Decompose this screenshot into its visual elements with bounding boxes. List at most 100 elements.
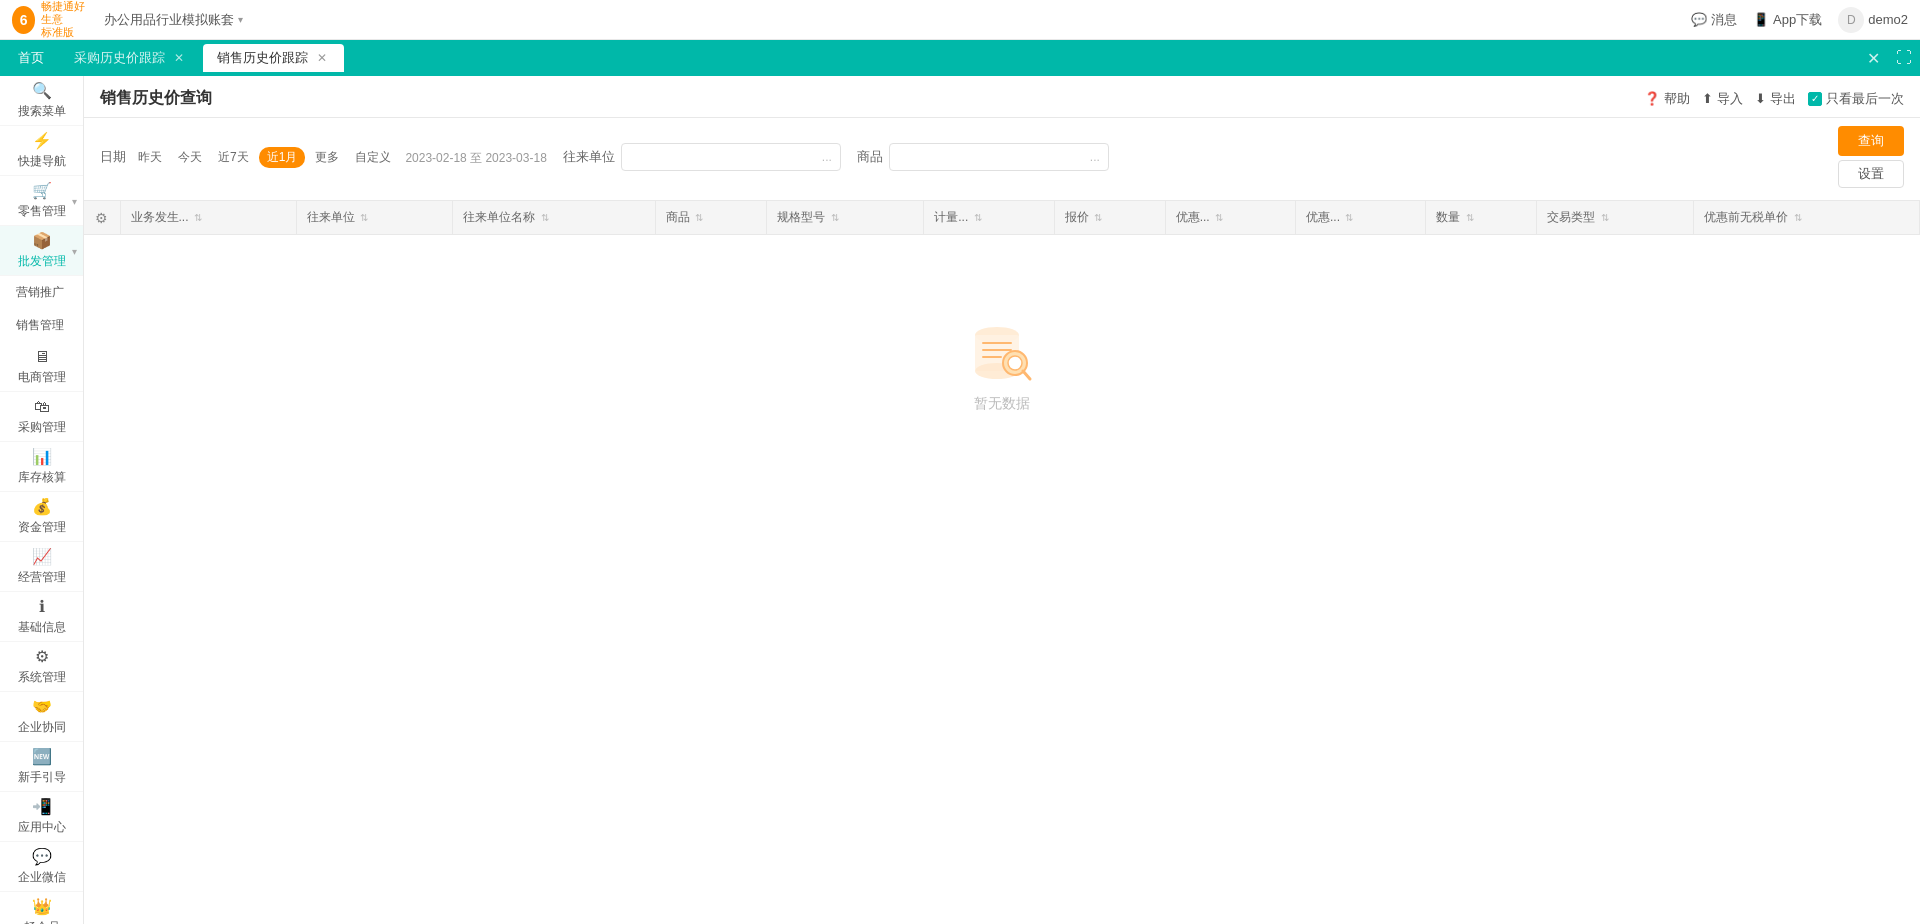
table-th-spec[interactable]: 规格型号 ⇅ bbox=[767, 201, 924, 235]
wholesale-icon: 📦 bbox=[32, 231, 52, 250]
table-th-biz-date[interactable]: 业务发生... ⇅ bbox=[120, 201, 296, 235]
sidebar-item-app-center[interactable]: 📲 应用中心 bbox=[0, 792, 83, 842]
sidebar-subitem-sales-mgmt[interactable]: 销售管理 bbox=[0, 309, 83, 342]
sidebar-item-system-label: 系统管理 bbox=[18, 669, 66, 686]
sort-icon-product: ⇅ bbox=[695, 212, 703, 223]
sidebar-item-basic-info[interactable]: ℹ 基础信息 bbox=[0, 592, 83, 642]
sidebar-item-operation-label: 经营管理 bbox=[18, 569, 66, 586]
table-th-discount1[interactable]: 优惠... ⇅ bbox=[1165, 201, 1295, 235]
table-th-quantity[interactable]: 数量 ⇅ bbox=[1426, 201, 1537, 235]
sidebar-item-wechat-label: 企业微信 bbox=[18, 869, 66, 886]
sidebar-item-inventory[interactable]: 📊 库存核算 bbox=[0, 442, 83, 492]
table-th-counterpart[interactable]: 往来单位 ⇅ bbox=[296, 201, 453, 235]
table-th-trade-type-label: 交易类型 bbox=[1547, 210, 1595, 224]
table-th-counterpart-label: 往来单位 bbox=[307, 210, 355, 224]
query-button[interactable]: 查询 bbox=[1838, 126, 1904, 156]
empty-state-row: 暂无数据 bbox=[84, 235, 1920, 494]
date-btn-last7[interactable]: 近7天 bbox=[212, 147, 255, 168]
app-selector[interactable]: 办公用品行业模拟账套 ▾ bbox=[104, 11, 243, 29]
content-area: 销售历史价查询 ❓ 帮助 ⬆ 导入 ⬇ 导出 bbox=[84, 76, 1920, 924]
avatar-text: D bbox=[1847, 13, 1856, 27]
sidebar-item-wechat[interactable]: 💬 企业微信 bbox=[0, 842, 83, 892]
sidebar-item-purchase[interactable]: 🛍 采购管理 bbox=[0, 392, 83, 442]
page-title-actions: ❓ 帮助 ⬆ 导入 ⬇ 导出 只看最后一次 bbox=[1644, 90, 1904, 108]
tab-home[interactable]: 首页 bbox=[4, 44, 58, 72]
table-th-trade-type[interactable]: 交易类型 ⇅ bbox=[1537, 201, 1694, 235]
export-action[interactable]: ⬇ 导出 bbox=[1755, 90, 1796, 108]
guide-icon: 🆕 bbox=[32, 747, 52, 766]
empty-state-text: 暂无数据 bbox=[974, 395, 1030, 413]
sort-icon-discount2: ⇅ bbox=[1345, 212, 1353, 223]
message-action[interactable]: 💬 消息 bbox=[1691, 11, 1737, 29]
sidebar-item-guide[interactable]: 🆕 新手引导 bbox=[0, 742, 83, 792]
table-th-quote-label: 报价 bbox=[1065, 210, 1089, 224]
help-action[interactable]: ❓ 帮助 bbox=[1644, 90, 1690, 108]
sort-icon-biz-date: ⇅ bbox=[194, 212, 202, 223]
sidebar-item-wholesale[interactable]: 📦 批发管理 bbox=[0, 226, 83, 276]
page-title: 销售历史价查询 bbox=[100, 88, 212, 109]
table-th-settings[interactable]: ⚙ bbox=[84, 201, 120, 235]
table-th-no-tax-price[interactable]: 优惠前无税单价 ⇅ bbox=[1694, 201, 1920, 235]
sidebar-subitem-marketing[interactable]: 营销推广 bbox=[0, 276, 83, 309]
user-profile[interactable]: D demo2 bbox=[1838, 7, 1908, 33]
import-action[interactable]: ⬆ 导入 bbox=[1702, 90, 1743, 108]
top-header: 6 畅捷通好生意 标准版 办公用品行业模拟账套 ▾ 💬 消息 📱 App下载 D… bbox=[0, 0, 1920, 40]
logo-icon: 6 bbox=[12, 6, 35, 34]
sidebar-item-inventory-label: 库存核算 bbox=[18, 469, 66, 486]
tab-sales-history-close[interactable]: ✕ bbox=[314, 50, 330, 66]
table-th-discount2-label: 优惠... bbox=[1306, 210, 1340, 224]
page-title-row: 销售历史价查询 ❓ 帮助 ⬆ 导入 ⬇ 导出 bbox=[100, 88, 1904, 109]
header-left: 6 畅捷通好生意 标准版 办公用品行业模拟账套 ▾ bbox=[12, 0, 243, 39]
sidebar-item-search[interactable]: 🔍 搜索菜单 bbox=[0, 76, 83, 126]
close-all-tabs-button[interactable]: ✕ bbox=[1863, 45, 1884, 72]
expand-tabs-button[interactable]: ⛶ bbox=[1892, 45, 1916, 71]
sidebar-item-ecommerce[interactable]: 🖥 电商管理 bbox=[0, 342, 83, 392]
sidebar-item-system[interactable]: ⚙ 系统管理 bbox=[0, 642, 83, 692]
table-th-quote[interactable]: 报价 ⇅ bbox=[1054, 201, 1165, 235]
setting-button[interactable]: 设置 bbox=[1838, 160, 1904, 188]
main-layout: 🔍 搜索菜单 ⚡ 快捷导航 🛒 零售管理 📦 批发管理 营销推广 销售管理 🖥 … bbox=[0, 76, 1920, 924]
sidebar-item-guide-label: 新手引导 bbox=[18, 769, 66, 786]
table-th-counterpart-name-label: 往来单位名称 bbox=[463, 210, 535, 224]
sidebar-item-member-label: 畅会员 bbox=[24, 919, 60, 924]
tab-purchase-history-close[interactable]: ✕ bbox=[171, 50, 187, 66]
table-th-unit[interactable]: 计量... ⇅ bbox=[924, 201, 1054, 235]
table-th-counterpart-name[interactable]: 往来单位名称 ⇅ bbox=[453, 201, 656, 235]
table-th-product[interactable]: 商品 ⇅ bbox=[656, 201, 767, 235]
settings-icon[interactable]: ⚙ bbox=[95, 210, 108, 226]
import-label: 导入 bbox=[1717, 90, 1743, 108]
sidebar-item-member[interactable]: 👑 畅会员 bbox=[0, 892, 83, 924]
filter-row: 日期 昨天 今天 近7天 近1月 更多 自定义 2023-02-18 至 202… bbox=[100, 126, 1904, 188]
app-download-action[interactable]: 📱 App下载 bbox=[1753, 11, 1822, 29]
sidebar-item-operation[interactable]: 📈 经营管理 bbox=[0, 542, 83, 592]
filter-bar: 日期 昨天 今天 近7天 近1月 更多 自定义 2023-02-18 至 202… bbox=[84, 118, 1920, 201]
sidebar-item-retail[interactable]: 🛒 零售管理 bbox=[0, 176, 83, 226]
message-icon: 💬 bbox=[1691, 12, 1707, 27]
avatar: D bbox=[1838, 7, 1864, 33]
sidebar-item-enterprise[interactable]: 🤝 企业协同 bbox=[0, 692, 83, 742]
sidebar-subitem-marketing-label: 营销推广 bbox=[16, 285, 64, 299]
svg-point-7 bbox=[1008, 356, 1022, 370]
date-btn-custom[interactable]: 自定义 bbox=[349, 147, 397, 168]
only-last-checkbox-label[interactable]: 只看最后一次 bbox=[1808, 90, 1904, 108]
sidebar-item-shortcut[interactable]: ⚡ 快捷导航 bbox=[0, 126, 83, 176]
table-th-discount2[interactable]: 优惠... ⇅ bbox=[1295, 201, 1425, 235]
tab-purchase-history-label: 采购历史价跟踪 bbox=[74, 49, 165, 67]
date-btn-today[interactable]: 今天 bbox=[172, 147, 208, 168]
product-input[interactable]: ... bbox=[889, 143, 1109, 171]
only-last-checkbox[interactable] bbox=[1808, 92, 1822, 106]
only-last-label: 只看最后一次 bbox=[1826, 90, 1904, 108]
counterpart-input[interactable]: ... bbox=[621, 143, 841, 171]
date-btn-more[interactable]: 更多 bbox=[309, 147, 345, 168]
date-btn-last1m[interactable]: 近1月 bbox=[259, 147, 306, 168]
page-title-bar: 销售历史价查询 ❓ 帮助 ⬆ 导入 ⬇ 导出 bbox=[84, 76, 1920, 118]
date-btn-yesterday[interactable]: 昨天 bbox=[132, 147, 168, 168]
sidebar-item-finance[interactable]: 💰 资金管理 bbox=[0, 492, 83, 542]
product-input-dots: ... bbox=[1090, 150, 1100, 164]
phone-icon: 📱 bbox=[1753, 12, 1769, 27]
tab-sales-history[interactable]: 销售历史价跟踪 ✕ bbox=[203, 44, 344, 72]
product-filter-group: 商品 ... bbox=[857, 143, 1109, 171]
table-th-product-label: 商品 bbox=[666, 210, 690, 224]
filter-actions: 查询 设置 bbox=[1838, 126, 1904, 188]
tab-purchase-history[interactable]: 采购历史价跟踪 ✕ bbox=[60, 44, 201, 72]
